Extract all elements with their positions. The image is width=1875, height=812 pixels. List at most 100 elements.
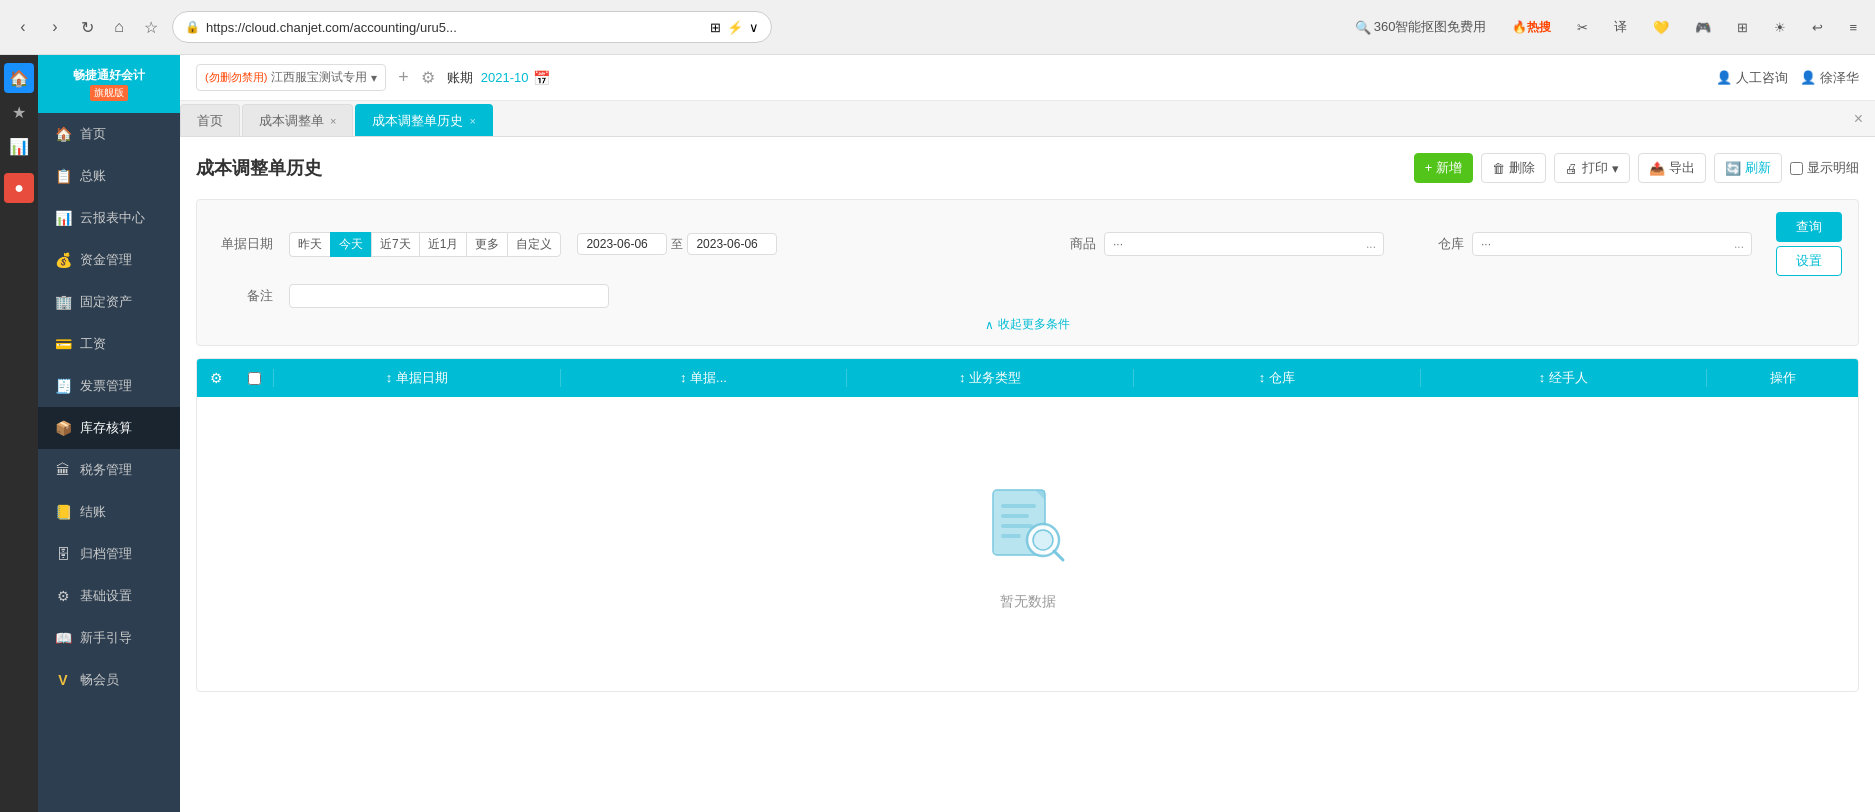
tab-close-panel[interactable]: × bbox=[1842, 110, 1875, 128]
tab-cost-adjust-label: 成本调整单 bbox=[259, 112, 324, 130]
date-btn-custom[interactable]: 自定义 bbox=[507, 232, 561, 257]
lock-icon: 🔒 bbox=[185, 20, 200, 34]
sidebar-logo: 畅捷通好会计 旗舰版 bbox=[38, 55, 180, 113]
print-button[interactable]: 🖨 打印 ▾ bbox=[1554, 153, 1630, 183]
th-handler[interactable]: ↕ 经手人 bbox=[1420, 369, 1707, 387]
logo-subtitle: 旗舰版 bbox=[90, 85, 128, 101]
delete-button[interactable]: 🗑 删除 bbox=[1481, 153, 1546, 183]
address-bar[interactable]: 🔒 https://cloud.chanjet.com/accounting/u… bbox=[172, 11, 772, 43]
member-icon: V bbox=[54, 672, 72, 688]
table-settings-icon[interactable]: ⚙ bbox=[197, 370, 235, 386]
print-icon: 🖨 bbox=[1565, 161, 1578, 176]
delete-icon: 🗑 bbox=[1492, 161, 1505, 176]
goods-filter-label: 商品 bbox=[1036, 235, 1096, 253]
sidebar-item-home[interactable]: 🏠 首页 bbox=[38, 113, 180, 155]
th-doc-no[interactable]: ↕ 单据... bbox=[560, 369, 847, 387]
sidebar-item-tax[interactable]: 🏛 税务管理 bbox=[38, 449, 180, 491]
company-selector[interactable]: (勿删勿禁用) 江西服宝测试专用 ▾ bbox=[196, 64, 386, 91]
sidebar-item-member[interactable]: V 畅会员 bbox=[38, 659, 180, 701]
sidebar-item-inventory[interactable]: 📦 库存核算 bbox=[38, 407, 180, 449]
content-area: 成本调整单历史 + 新增 🗑 删除 🖨 打印 ▾ 📤 导出 bbox=[180, 137, 1875, 812]
date-to-input[interactable] bbox=[687, 233, 777, 255]
sidebar-item-guide[interactable]: 📖 新手引导 bbox=[38, 617, 180, 659]
settings-gear-icon[interactable]: ⚙ bbox=[421, 68, 435, 87]
refresh-button[interactable]: 🔄 刷新 bbox=[1714, 153, 1782, 183]
tab-home[interactable]: 首页 bbox=[180, 104, 240, 136]
goods-selector[interactable] bbox=[1104, 232, 1384, 256]
rail-star-icon[interactable]: ★ bbox=[4, 97, 34, 127]
date-btn-today[interactable]: 今天 bbox=[330, 232, 371, 257]
table-select-all[interactable] bbox=[235, 372, 273, 385]
warehouse-selector[interactable] bbox=[1472, 232, 1752, 256]
remark-input[interactable] bbox=[289, 284, 609, 308]
tab-cost-adjust-history-close[interactable]: × bbox=[469, 115, 475, 127]
search-tool[interactable]: 🔍 360智能抠图免费用 bbox=[1347, 14, 1495, 40]
date-btn-more[interactable]: 更多 bbox=[466, 232, 507, 257]
sidebar-item-label: 新手引导 bbox=[80, 629, 132, 647]
user-profile-button[interactable]: 👤 徐泽华 bbox=[1800, 69, 1859, 87]
translate-tool[interactable]: 译 bbox=[1606, 14, 1635, 40]
chevron-down-icon: ∨ bbox=[749, 20, 759, 35]
scissors-tool[interactable]: ✂ bbox=[1569, 16, 1596, 39]
sidebar-item-ledger[interactable]: 📋 总账 bbox=[38, 155, 180, 197]
game-tool[interactable]: 🎮 bbox=[1687, 16, 1719, 39]
empty-text: 暂无数据 bbox=[1000, 593, 1056, 611]
refresh-browser-button[interactable]: ↻ bbox=[74, 14, 100, 40]
add-tab-button[interactable]: + bbox=[398, 67, 409, 88]
sidebar-item-label: 结账 bbox=[80, 503, 106, 521]
filter-settings-button[interactable]: 设置 bbox=[1776, 246, 1842, 276]
date-btn-1month[interactable]: 近1月 bbox=[419, 232, 467, 257]
tab-cost-adjust[interactable]: 成本调整单 × bbox=[242, 104, 353, 136]
inventory-icon: 📦 bbox=[54, 420, 72, 436]
date-range: 至 bbox=[577, 233, 777, 255]
menu-tool[interactable]: ≡ bbox=[1841, 16, 1865, 39]
salary-icon: 💳 bbox=[54, 336, 72, 352]
app-container: 🏠 ★ 📊 ● 畅捷通好会计 旗舰版 🏠 首页 📋 总账 📊 云报表中心 bbox=[0, 55, 1875, 812]
back-button[interactable]: ‹ bbox=[10, 14, 36, 40]
refresh-icon: 🔄 bbox=[1725, 161, 1741, 176]
forward-button[interactable]: › bbox=[42, 14, 68, 40]
new-button[interactable]: + 新增 bbox=[1414, 153, 1473, 183]
company-warning: (勿删勿禁用) bbox=[205, 70, 267, 85]
sidebar-item-close[interactable]: 📒 结账 bbox=[38, 491, 180, 533]
date-btn-7days[interactable]: 近7天 bbox=[371, 232, 419, 257]
rail-active-icon[interactable]: ● bbox=[4, 173, 34, 203]
date-btn-yesterday[interactable]: 昨天 bbox=[289, 232, 330, 257]
filter-area: 单据日期 昨天 今天 近7天 近1月 更多 自定义 至 bbox=[196, 199, 1859, 346]
rail-chart-icon[interactable]: 📊 bbox=[4, 131, 34, 161]
select-all-checkbox[interactable] bbox=[248, 372, 261, 385]
display-detail-checkbox[interactable] bbox=[1790, 162, 1803, 175]
bookmark-button[interactable]: ☆ bbox=[138, 14, 164, 40]
undo-tool[interactable]: ↩ bbox=[1804, 16, 1831, 39]
tab-cost-adjust-close[interactable]: × bbox=[330, 115, 336, 127]
query-button[interactable]: 查询 bbox=[1776, 212, 1842, 242]
sidebar-item-reports[interactable]: 📊 云报表中心 bbox=[38, 197, 180, 239]
wallet-tool[interactable]: 💛 bbox=[1645, 16, 1677, 39]
close-account-icon: 📒 bbox=[54, 504, 72, 520]
filter-row-remark: 备注 bbox=[213, 284, 1842, 308]
grid-tool[interactable]: ⊞ bbox=[1729, 16, 1756, 39]
th-biz-type[interactable]: ↕ 业务类型 bbox=[846, 369, 1133, 387]
sidebar-item-label: 税务管理 bbox=[80, 461, 132, 479]
rail-home-icon[interactable]: 🏠 bbox=[4, 63, 34, 93]
date-from-input[interactable] bbox=[577, 233, 667, 255]
sidebar-item-label: 归档管理 bbox=[80, 545, 132, 563]
sidebar-item-assets[interactable]: 🏢 固定资产 bbox=[38, 281, 180, 323]
theme-tool[interactable]: ☀ bbox=[1766, 16, 1794, 39]
th-warehouse[interactable]: ↕ 仓库 bbox=[1133, 369, 1420, 387]
export-button[interactable]: 📤 导出 bbox=[1638, 153, 1706, 183]
display-detail-toggle[interactable]: 显示明细 bbox=[1790, 159, 1859, 177]
customer-service-button[interactable]: 👤 人工咨询 bbox=[1716, 69, 1788, 87]
sidebar-item-settings[interactable]: ⚙ 基础设置 bbox=[38, 575, 180, 617]
hot-search[interactable]: 🔥热搜 bbox=[1504, 15, 1559, 40]
sidebar-item-salary[interactable]: 💳 工资 bbox=[38, 323, 180, 365]
lightning-icon: ⚡ bbox=[727, 20, 743, 35]
tab-cost-adjust-history[interactable]: 成本调整单历史 × bbox=[355, 104, 492, 136]
home-browser-button[interactable]: ⌂ bbox=[106, 14, 132, 40]
calendar-icon[interactable]: 📅 bbox=[533, 70, 550, 86]
sidebar-item-archive[interactable]: 🗄 归档管理 bbox=[38, 533, 180, 575]
sidebar-item-funds[interactable]: 💰 资金管理 bbox=[38, 239, 180, 281]
th-date[interactable]: ↕ 单据日期 bbox=[273, 369, 560, 387]
sidebar-item-invoice[interactable]: 🧾 发票管理 bbox=[38, 365, 180, 407]
collapse-button[interactable]: ∧ 收起更多条件 bbox=[213, 316, 1842, 333]
